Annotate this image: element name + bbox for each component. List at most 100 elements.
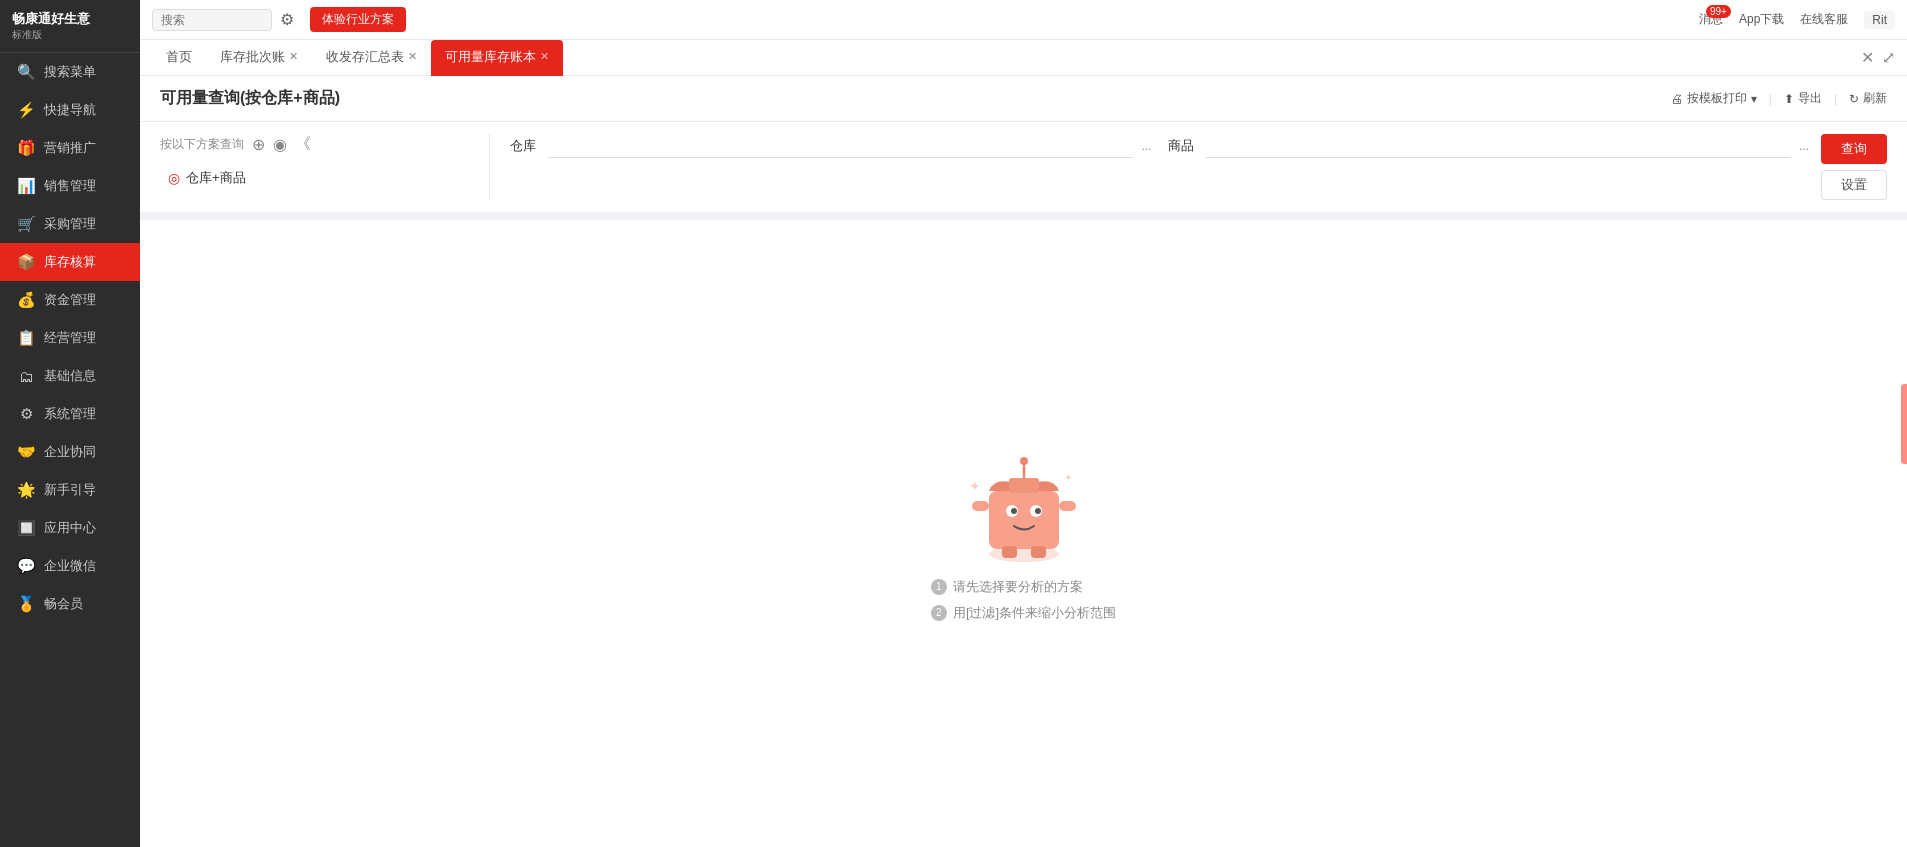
search-input[interactable] [152,9,272,31]
sidebar-label-newbie: 新手引导 [44,481,96,499]
tab-label-available: 可用量库存账本 [445,48,536,66]
print-button[interactable]: 🖨 按模板打印 ▾ [1671,90,1757,107]
warehouse-field: 仓库 ... [510,134,1152,158]
sidebar-icon-wechat: 💬 [16,557,36,575]
sidebar-item-inventory[interactable]: 📦 库存核算 [0,243,140,281]
collapse-button[interactable]: 《 [295,134,311,155]
svg-point-5 [1011,508,1017,514]
app-download-button[interactable]: App下载 [1739,11,1784,28]
tab-available[interactable]: 可用量库存账本 ✕ [431,40,563,76]
svg-rect-2 [1009,478,1039,493]
scheme-item-warehouse-product[interactable]: ◎ 仓库+商品 [160,163,473,193]
sidebar-label-wechat: 企业微信 [44,557,96,575]
warehouse-input[interactable] [548,134,1133,158]
sidebar-logo: 畅康通好生意 标准版 [0,0,140,53]
page-actions: 🖨 按模板打印 ▾ | ⬆ 导出 | ↻ 刷新 [1671,90,1887,107]
online-service-button[interactable]: 在线客服 [1800,11,1848,28]
export-icon: ⬆ [1784,92,1794,106]
tab-batch[interactable]: 库存批次账 ✕ [206,40,312,76]
product-input[interactable] [1206,134,1791,158]
tip-text-1: 请先选择要分析的方案 [953,578,1083,596]
sidebar-icon-sales: 📊 [16,177,36,195]
sidebar-icon-inventory: 📦 [16,253,36,271]
sidebar-icon-appcenter: 🔲 [16,519,36,537]
message-badge: 99+ [1706,5,1731,18]
svg-rect-9 [972,501,989,511]
sidebar-label-basic: 基础信息 [44,367,96,385]
sidebar-label-inventory: 库存核算 [44,253,96,271]
sidebar-icon-purchase: 🛒 [16,215,36,233]
action-buttons: 查询 设置 [1809,134,1887,200]
sidebar: 畅康通好生意 标准版 🔍 搜索菜单 ⚡ 快捷导航 🎁 营销推广 📊 销售管理 🛒… [0,0,140,847]
sidebar-icon-basic: 🗂 [16,368,36,385]
tabs-bar: 首页库存批次账✕收发存汇总表✕可用量库存账本✕ ✕ ⤢ [140,40,1907,76]
svg-text:✦: ✦ [1064,472,1072,483]
sidebar-icon-member: 🏅 [16,595,36,613]
tip-num-1: 1 [931,579,947,595]
close-window-icon[interactable]: ✕ [1861,48,1874,67]
sidebar-item-finance[interactable]: 💰 资金管理 [0,281,140,319]
tab-summary[interactable]: 收发存汇总表✕ [312,40,431,76]
message-button[interactable]: 消息 99+ [1699,11,1723,28]
sidebar-scroll: 🔍 搜索菜单 ⚡ 快捷导航 🎁 营销推广 📊 销售管理 🛒 采购管理 📦 库存核… [0,53,140,847]
sidebar-item-wechat[interactable]: 💬 企业微信 [0,547,140,585]
tip-item-2: 2 用[过滤]条件来缩小分析范围 [931,604,1116,622]
sidebar-icon-shortcut: ⚡ [16,101,36,119]
tab-home[interactable]: 首页 [152,40,206,76]
tab-label-batch: 库存批次账 [220,48,285,66]
query-button[interactable]: 查询 [1821,134,1887,164]
add-scheme-button[interactable]: ⊕ [252,135,265,154]
sidebar-item-basic[interactable]: 🗂 基础信息 [0,357,140,395]
topbar-right: 消息 99+ App下载 在线客服 Rit [1699,11,1895,29]
sidebar-item-shortcut[interactable]: ⚡ 快捷导航 [0,91,140,129]
sidebar-icon-search: 🔍 [16,63,36,81]
chevron-down-icon: ▾ [1751,92,1757,106]
logo-version: 标准版 [12,28,128,42]
svg-point-6 [1035,508,1041,514]
sidebar-icon-finance: 💰 [16,291,36,309]
sidebar-icon-system: ⚙ [16,405,36,423]
filter-area: 按以下方案查询 ⊕ ◉ 《 ◎ 仓库+商品 仓库 ... [140,122,1907,212]
logo-name: 畅康通好生意 [12,10,128,28]
svg-rect-10 [1059,501,1076,511]
sidebar-label-shortcut: 快捷导航 [44,101,96,119]
export-button[interactable]: ⬆ 导出 [1784,90,1822,107]
sidebar-item-system[interactable]: ⚙ 系统管理 [0,395,140,433]
warehouse-label: 仓库 [510,137,540,155]
sidebar-item-member[interactable]: 🏅 畅会员 [0,585,140,623]
svg-rect-12 [1031,546,1046,558]
sidebar-label-member: 畅会员 [44,595,83,613]
user-name[interactable]: Rit [1864,11,1895,29]
product-field: 商品 ... [1168,134,1810,158]
tip-item-1: 1 请先选择要分析的方案 [931,578,1116,596]
gear-icon[interactable]: ⚙ [280,10,294,29]
sidebar-label-marketing: 营销推广 [44,139,96,157]
tab-close-available[interactable]: ✕ [540,50,549,63]
sidebar-label-enterprise: 企业协同 [44,443,96,461]
tip-text-2: 用[过滤]条件来缩小分析范围 [953,604,1116,622]
empty-tips: 1 请先选择要分析的方案 2 用[过滤]条件来缩小分析范围 [931,578,1116,622]
maximize-window-icon[interactable]: ⤢ [1882,48,1895,67]
sidebar-item-enterprise[interactable]: 🤝 企业协同 [0,433,140,471]
sidebar-item-marketing[interactable]: 🎁 营销推广 [0,129,140,167]
sidebar-item-purchase[interactable]: 🛒 采购管理 [0,205,140,243]
refresh-button[interactable]: ↻ 刷新 [1849,90,1887,107]
trial-button[interactable]: 体验行业方案 [310,7,406,32]
page-title: 可用量查询(按仓库+商品) [160,88,340,109]
sidebar-item-sales[interactable]: 📊 销售管理 [0,167,140,205]
empty-state: ✦ ✦ 1 请先选择要分析的方案 2 用[过滤]条件来缩小分析范围 [140,220,1907,847]
sidebar-item-search[interactable]: 🔍 搜索菜单 [0,53,140,91]
sidebar-label-search: 搜索菜单 [44,63,96,81]
product-label: 商品 [1168,137,1198,155]
settings-scheme-button[interactable]: ◉ [273,135,287,154]
warehouse-more-button[interactable]: ... [1141,139,1151,153]
settings-button[interactable]: 设置 [1821,170,1887,200]
tab-close-summary[interactable]: ✕ [408,50,417,63]
sidebar-item-operation[interactable]: 📋 经营管理 [0,319,140,357]
sidebar-item-appcenter[interactable]: 🔲 应用中心 [0,509,140,547]
refresh-icon: ↻ [1849,92,1859,106]
product-more-button[interactable]: ... [1799,139,1809,153]
tab-close-batch[interactable]: ✕ [289,50,298,63]
sidebar-icon-enterprise: 🤝 [16,443,36,461]
sidebar-item-newbie[interactable]: 🌟 新手引导 [0,471,140,509]
